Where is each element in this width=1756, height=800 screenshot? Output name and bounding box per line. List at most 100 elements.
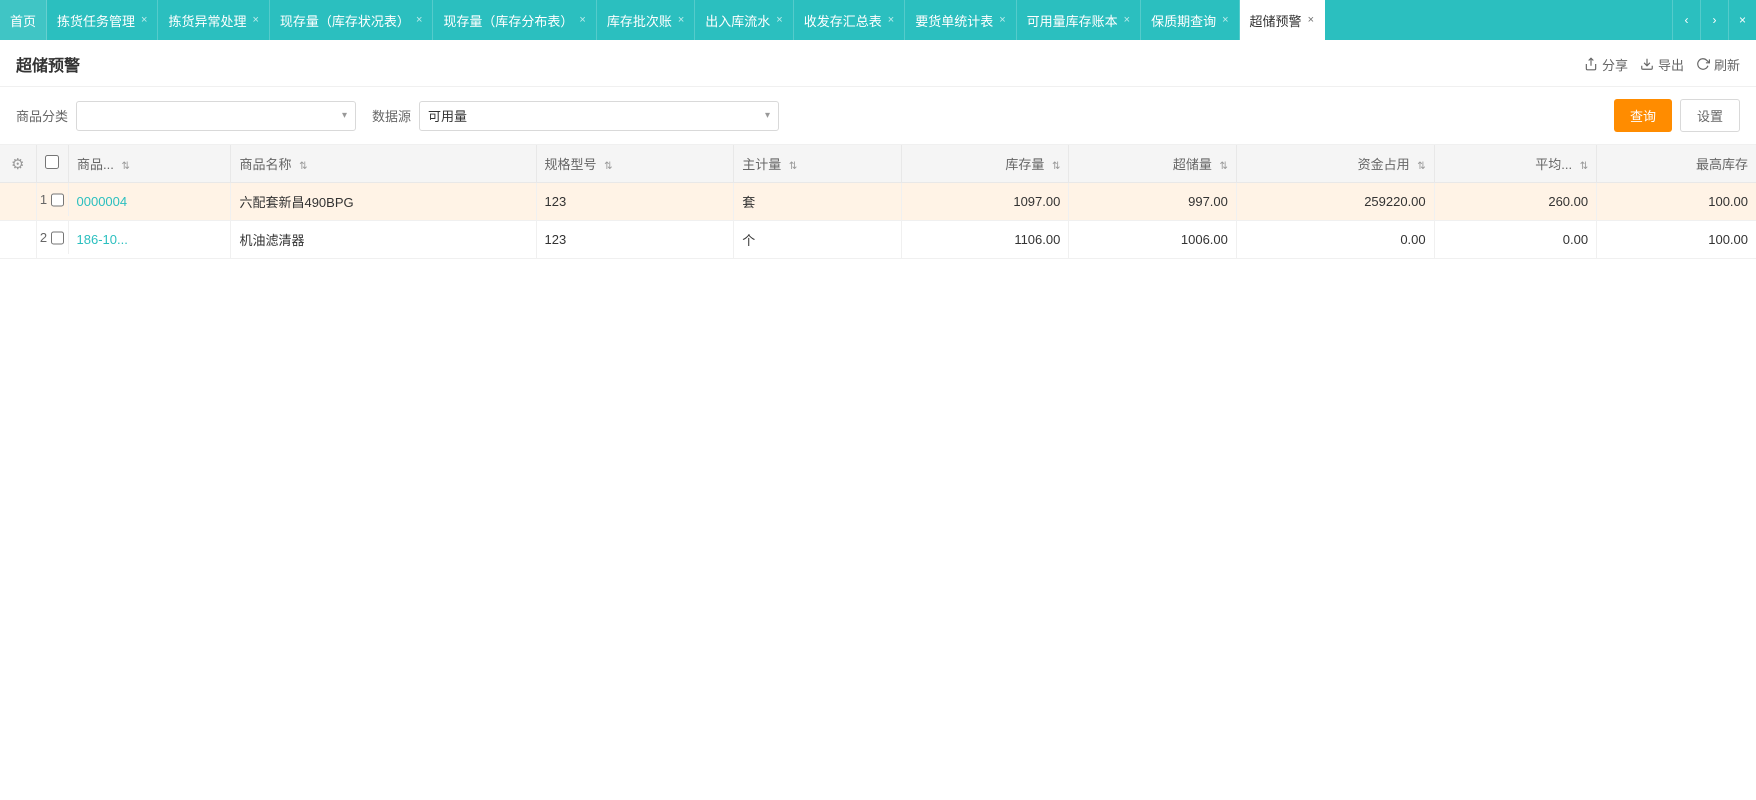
query-button[interactable]: 查询 (1614, 99, 1672, 132)
refresh-button[interactable]: 刷新 (1696, 55, 1740, 74)
row-stock: 1106.00 (901, 221, 1069, 259)
nav-flow[interactable]: 出入库流水 × (695, 0, 793, 40)
col-spec[interactable]: 规格型号 ⇅ (536, 145, 734, 183)
select-all-checkbox[interactable] (45, 155, 59, 169)
nav-stock-dist[interactable]: 现存量（库存分布表） × (433, 0, 596, 40)
sort-icon: ⇅ (1580, 161, 1588, 172)
col-max-stock[interactable]: 最高库存 (1597, 145, 1756, 183)
nav-summary[interactable]: 收发存汇总表 × (794, 0, 905, 40)
datasource-filter-group: 数据源 可用量 ▾ (372, 101, 779, 131)
col-capital[interactable]: 资金占用 ⇅ (1236, 145, 1434, 183)
page-header: 超储预警 分享 导出 刷新 (0, 40, 1756, 87)
row-unit: 个 (734, 221, 902, 259)
table-row: 2 186-10... 机油滤清器 123 个 1106.00 1006.00 … (0, 221, 1756, 259)
row-max-stock: 100.00 (1597, 183, 1756, 221)
settings-button[interactable]: 设置 (1680, 99, 1740, 132)
category-label: 商品分类 (16, 106, 68, 125)
chevron-down-icon: ▾ (765, 110, 770, 121)
nav-available[interactable]: 可用量库存账本 × (1017, 0, 1141, 40)
row-code: 186-10... (69, 221, 231, 259)
datasource-select[interactable]: 可用量 ▾ (419, 101, 779, 131)
close-icon[interactable]: × (1308, 14, 1314, 26)
nav-task-mgmt[interactable]: 拣货任务管理 × (47, 0, 158, 40)
close-icon[interactable]: × (1222, 14, 1228, 26)
close-icon[interactable]: × (888, 14, 894, 26)
nav-close-all-button[interactable]: × (1728, 0, 1756, 40)
col-gear: ⚙ (0, 145, 36, 183)
col-name[interactable]: 商品名称 ⇅ (231, 145, 536, 183)
row-checkbox[interactable] (51, 231, 64, 245)
row-unit: 套 (734, 183, 902, 221)
row-name: 机油滤清器 (231, 221, 536, 259)
main-content: 超储预警 分享 导出 刷新 商品分类 ▾ 数据源 (0, 40, 1756, 800)
nav-arrows: ‹ › × (1672, 0, 1756, 40)
nav-abnormal[interactable]: 拣货异常处理 × (158, 0, 269, 40)
row-spec: 123 (536, 221, 734, 259)
row-num-and-checkbox: 1 (37, 183, 69, 216)
top-navigation: 首页 拣货任务管理 × 拣货异常处理 × 现存量（库存状况表） × 现存量（库存… (0, 0, 1756, 40)
category-select[interactable]: ▾ (76, 101, 356, 131)
row-checkbox[interactable] (51, 193, 64, 207)
category-filter-group: 商品分类 ▾ (16, 101, 356, 131)
nav-shelf-life[interactable]: 保质期查询 × (1141, 0, 1239, 40)
close-icon[interactable]: × (141, 14, 147, 26)
nav-stock-status[interactable]: 现存量（库存状况表） × (270, 0, 433, 40)
col-checkbox[interactable] (36, 145, 69, 183)
nav-prev-button[interactable]: ‹ (1672, 0, 1700, 40)
nav-next-button[interactable]: › (1700, 0, 1728, 40)
filter-actions: 查询 设置 (1614, 99, 1740, 132)
close-icon[interactable]: × (678, 14, 684, 26)
nav-batch[interactable]: 库存批次账 × (597, 0, 695, 40)
close-icon[interactable]: × (1124, 14, 1130, 26)
nav-order-stats[interactable]: 要货单统计表 × (905, 0, 1016, 40)
col-unit[interactable]: 主计量 ⇅ (734, 145, 902, 183)
refresh-icon (1696, 57, 1710, 71)
row-gear-cell (0, 221, 36, 259)
overstock-table: ⚙ 商品... ⇅ 商品名称 ⇅ 规格型号 ⇅ (0, 145, 1756, 259)
table-body: 1 0000004 六配套新昌490BPG 123 套 1097.00 997.… (0, 183, 1756, 259)
sort-icon: ⇅ (604, 161, 612, 172)
close-icon[interactable]: × (776, 14, 782, 26)
sort-icon: ⇅ (1417, 161, 1425, 172)
table-header-row: ⚙ 商品... ⇅ 商品名称 ⇅ 规格型号 ⇅ (0, 145, 1756, 183)
row-gear-cell (0, 183, 36, 221)
filter-area: 商品分类 ▾ 数据源 可用量 ▾ 查询 设置 (0, 87, 1756, 145)
row-code: 0000004 (69, 183, 231, 221)
col-stock[interactable]: 库存量 ⇅ (901, 145, 1069, 183)
close-icon[interactable]: × (252, 14, 258, 26)
row-overstock: 1006.00 (1069, 221, 1237, 259)
row-max-stock: 100.00 (1597, 221, 1756, 259)
col-avg[interactable]: 平均... ⇅ (1434, 145, 1596, 183)
export-button[interactable]: 导出 (1640, 55, 1684, 74)
sort-icon: ⇅ (121, 161, 129, 172)
chevron-down-icon: ▾ (342, 110, 347, 121)
row-avg: 260.00 (1434, 183, 1596, 221)
close-icon[interactable]: × (416, 14, 422, 26)
nav-home[interactable]: 首页 (0, 0, 47, 40)
table-container: ⚙ 商品... ⇅ 商品名称 ⇅ 规格型号 ⇅ (0, 145, 1756, 259)
table-row: 1 0000004 六配套新昌490BPG 123 套 1097.00 997.… (0, 183, 1756, 221)
sort-icon: ⇅ (299, 161, 307, 172)
close-icon[interactable]: × (579, 14, 585, 26)
close-icon[interactable]: × (999, 14, 1005, 26)
col-code[interactable]: 商品... ⇅ (69, 145, 231, 183)
page-title: 超储预警 (16, 52, 80, 76)
nav-overstock[interactable]: 超储预警 × (1240, 0, 1325, 40)
share-icon (1584, 57, 1598, 71)
share-button[interactable]: 分享 (1584, 55, 1628, 74)
datasource-label: 数据源 (372, 106, 411, 125)
row-capital: 0.00 (1236, 221, 1434, 259)
row-stock: 1097.00 (901, 183, 1069, 221)
col-overstock[interactable]: 超储量 ⇅ (1069, 145, 1237, 183)
gear-icon[interactable]: ⚙ (11, 155, 24, 173)
header-actions: 分享 导出 刷新 (1584, 55, 1740, 74)
row-num-and-checkbox: 2 (37, 221, 69, 254)
sort-icon: ⇅ (789, 161, 797, 172)
row-name: 六配套新昌490BPG (231, 183, 536, 221)
row-number: 2 (40, 230, 47, 245)
row-capital: 259220.00 (1236, 183, 1434, 221)
row-overstock: 997.00 (1069, 183, 1237, 221)
row-spec: 123 (536, 183, 734, 221)
sort-icon: ⇅ (1052, 161, 1060, 172)
row-number: 1 (40, 192, 47, 207)
